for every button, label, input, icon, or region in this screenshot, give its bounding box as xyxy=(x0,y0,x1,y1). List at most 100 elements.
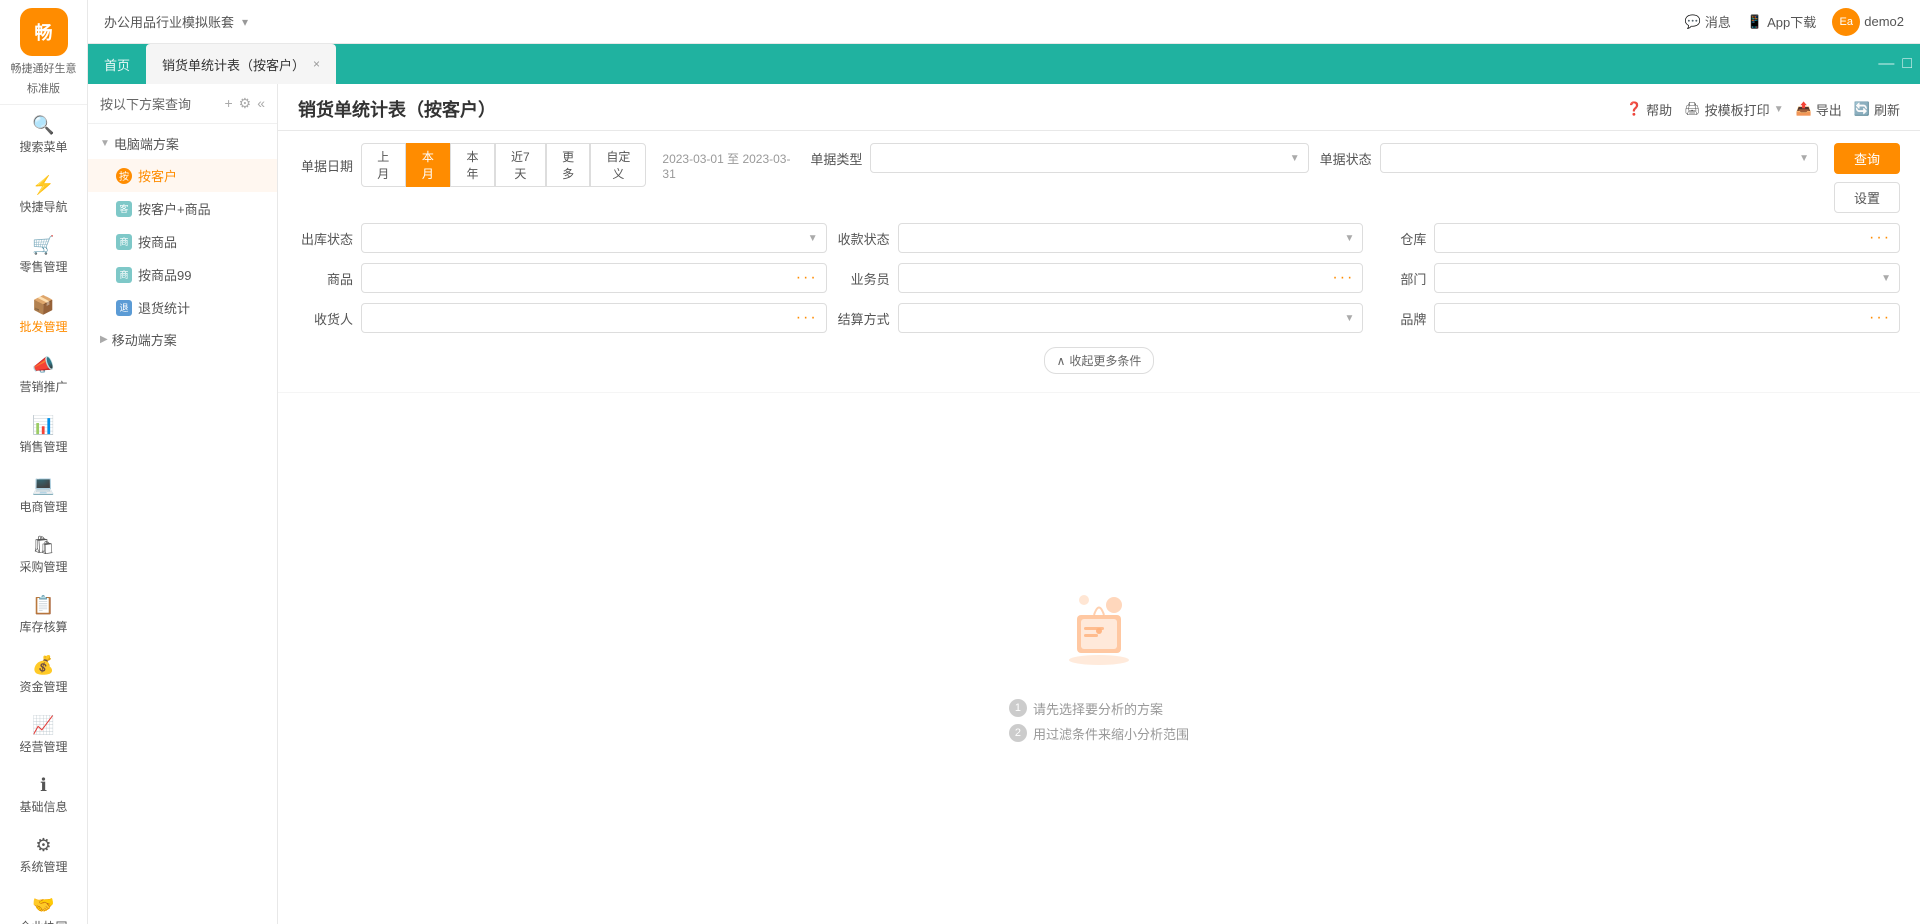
print-dropdown-icon: ▼ xyxy=(1774,104,1784,115)
sidebar-item-inventory[interactable]: 📋 库存核算 xyxy=(0,585,87,645)
sidebar-item-system[interactable]: ⚙ 系统管理 xyxy=(0,825,87,885)
warehouse-select[interactable]: ··· xyxy=(1434,223,1900,253)
refresh-button[interactable]: 🔄 刷新 xyxy=(1854,100,1900,119)
print-button[interactable]: 🖨 按模板打印 ▼ xyxy=(1684,100,1783,119)
date-btn-7days[interactable]: 近7天 xyxy=(495,143,546,187)
collapse-up-icon: ∧ xyxy=(1057,354,1066,368)
active-tab-label: 销货单统计表（按客户） xyxy=(162,55,305,74)
goods-scheme-icon: 商 xyxy=(116,234,132,250)
date-btn-custom[interactable]: 自定义 xyxy=(590,143,646,187)
sidebar-item-enterprise[interactable]: 🤝 企业协同 xyxy=(0,885,87,924)
ecommerce-icon: 💻 xyxy=(32,475,54,496)
desktop-scheme-group[interactable]: ▼ 电脑端方案 xyxy=(88,128,277,159)
settlement-select[interactable]: ▼ xyxy=(898,303,1364,333)
scheme-item-customer-goods[interactable]: 客 按客户+商品 xyxy=(88,192,277,225)
scheme-item-return[interactable]: 退 退货统计 xyxy=(88,291,277,324)
collection-status-select[interactable]: ▼ xyxy=(898,223,1364,253)
order-type-arrow-icon: ▼ xyxy=(1290,153,1300,164)
department-select[interactable]: ▼ xyxy=(1434,263,1900,293)
brand-label: 品牌 xyxy=(1371,309,1426,328)
scheme-item-label: 按客户 xyxy=(138,166,177,185)
date-btn-this-month[interactable]: 本月 xyxy=(406,143,451,187)
return-scheme-icon: 退 xyxy=(116,300,132,316)
header-dropdown-icon[interactable]: ▾ xyxy=(242,15,248,29)
tab-minimize-icon[interactable]: — xyxy=(1878,55,1894,73)
header-bar: 办公用品行业模拟账套 ▾ 💬 消息 📱 App下载 Ea demo2 xyxy=(88,0,1920,44)
sidebar-item-operations[interactable]: 📈 经营管理 xyxy=(0,705,87,765)
refresh-label: 刷新 xyxy=(1874,100,1900,119)
sidebar-item-purchase[interactable]: 🛍 采购管理 xyxy=(0,525,87,585)
brand-select[interactable]: ··· xyxy=(1434,303,1900,333)
logo-area: 畅 畅捷通好生意 标准版 xyxy=(0,0,87,105)
help-button[interactable]: ❓ 帮助 xyxy=(1626,100,1672,119)
sidebar-item-label: 批发管理 xyxy=(19,318,67,335)
date-label: 单据日期 xyxy=(298,156,353,175)
scheme-item-goods99[interactable]: 商 按商品99 xyxy=(88,258,277,291)
brand-dots-icon[interactable]: ··· xyxy=(1869,309,1891,327)
settings-button[interactable]: 设置 xyxy=(1834,182,1900,213)
search-icon: 🔍 xyxy=(32,115,54,136)
message-button[interactable]: 💬 消息 xyxy=(1685,12,1731,31)
query-button[interactable]: 查询 xyxy=(1834,143,1900,174)
sidebar-item-finance[interactable]: 💰 资金管理 xyxy=(0,645,87,705)
sidebar-item-wholesale[interactable]: 📦 批发管理 xyxy=(0,285,87,345)
page-header: 销货单统计表（按客户） ❓ 帮助 🖨 按模板打印 ▼ 📤 导出 xyxy=(278,84,1920,131)
marketing-icon: 📣 xyxy=(32,355,54,376)
customer-goods-scheme-icon: 客 xyxy=(116,201,132,217)
sidebar-item-search[interactable]: 🔍 搜索菜单 xyxy=(0,105,87,165)
mobile-scheme-group[interactable]: ▶ 移动端方案 xyxy=(88,324,277,355)
sidebar-item-basic-info[interactable]: ℹ 基础信息 xyxy=(0,765,87,825)
tab-maximize-icon[interactable]: □ xyxy=(1902,55,1912,73)
scheme-item-customer[interactable]: 按 按客户 xyxy=(88,159,277,192)
sidebar-item-retail[interactable]: 🛒 零售管理 xyxy=(0,225,87,285)
order-status-select[interactable]: ▼ xyxy=(1380,143,1818,173)
scheme-item-goods[interactable]: 商 按商品 xyxy=(88,225,277,258)
empty-hint: 1 请先选择要分析的方案 2 用过滤条件来缩小分析范围 xyxy=(1009,699,1189,743)
order-type-select[interactable]: ▼ xyxy=(870,143,1308,173)
action-buttons: 查询 设置 xyxy=(1834,143,1900,213)
right-content: 销货单统计表（按客户） ❓ 帮助 🖨 按模板打印 ▼ 📤 导出 xyxy=(278,84,1920,924)
tab-home[interactable]: 首页 xyxy=(88,44,146,84)
goods-select[interactable]: ··· xyxy=(361,263,827,293)
scheme-item-label: 退货统计 xyxy=(138,298,190,317)
lightning-icon: ⚡ xyxy=(32,175,54,196)
receiver-select[interactable]: ··· xyxy=(361,303,827,333)
app-download-button[interactable]: 📱 App下载 xyxy=(1747,12,1816,31)
salesperson-label: 业务员 xyxy=(835,269,890,288)
sidebar-item-label: 系统管理 xyxy=(19,858,67,875)
date-btn-last-month[interactable]: 上月 xyxy=(361,143,406,187)
date-btn-more[interactable]: 更多 xyxy=(546,143,591,187)
warehouse-dots-icon[interactable]: ··· xyxy=(1869,229,1891,247)
tab-sales-report[interactable]: 销货单统计表（按客户） × xyxy=(146,44,336,84)
message-label: 消息 xyxy=(1705,12,1731,31)
salesperson-dots-icon[interactable]: ··· xyxy=(1332,269,1354,287)
print-icon: 🖨 xyxy=(1684,101,1701,117)
user-profile[interactable]: Ea demo2 xyxy=(1832,8,1904,36)
department-arrow-icon: ▼ xyxy=(1881,273,1891,284)
finance-icon: 💰 xyxy=(32,655,54,676)
add-scheme-icon[interactable]: + xyxy=(224,95,232,112)
inventory-icon: 📋 xyxy=(32,595,54,616)
tab-close-icon[interactable]: × xyxy=(313,57,320,71)
salesperson-select[interactable]: ··· xyxy=(898,263,1364,293)
out-status-select[interactable]: ▼ xyxy=(361,223,827,253)
date-btn-this-year[interactable]: 本年 xyxy=(450,143,495,187)
hint-num-1: 1 xyxy=(1009,699,1027,717)
settings-scheme-icon[interactable]: ⚙ xyxy=(239,95,252,112)
collapse-button[interactable]: ∧ 收起更多条件 xyxy=(1044,347,1155,374)
collapse-panel-icon[interactable]: « xyxy=(257,95,265,112)
sidebar-item-ecommerce[interactable]: 💻 电商管理 xyxy=(0,465,87,525)
download-icon: 📱 xyxy=(1747,14,1763,30)
sidebar-item-label: 基础信息 xyxy=(19,798,67,815)
sidebar-item-label: 零售管理 xyxy=(19,258,67,275)
receiver-dots-icon[interactable]: ··· xyxy=(796,309,818,327)
goods-dots-icon[interactable]: ··· xyxy=(796,269,818,287)
info-icon: ℹ xyxy=(40,775,47,796)
empty-state: 1 请先选择要分析的方案 2 用过滤条件来缩小分析范围 xyxy=(278,393,1920,924)
collapse-row[interactable]: ∧ 收起更多条件 xyxy=(298,341,1900,380)
sidebar-item-quicknav[interactable]: ⚡ 快捷导航 xyxy=(0,165,87,225)
sidebar-item-marketing[interactable]: 📣 营销推广 xyxy=(0,345,87,405)
sidebar-item-sales[interactable]: 📊 销售管理 xyxy=(0,405,87,465)
export-button[interactable]: 📤 导出 xyxy=(1796,100,1842,119)
retail-icon: 🛒 xyxy=(32,235,54,256)
